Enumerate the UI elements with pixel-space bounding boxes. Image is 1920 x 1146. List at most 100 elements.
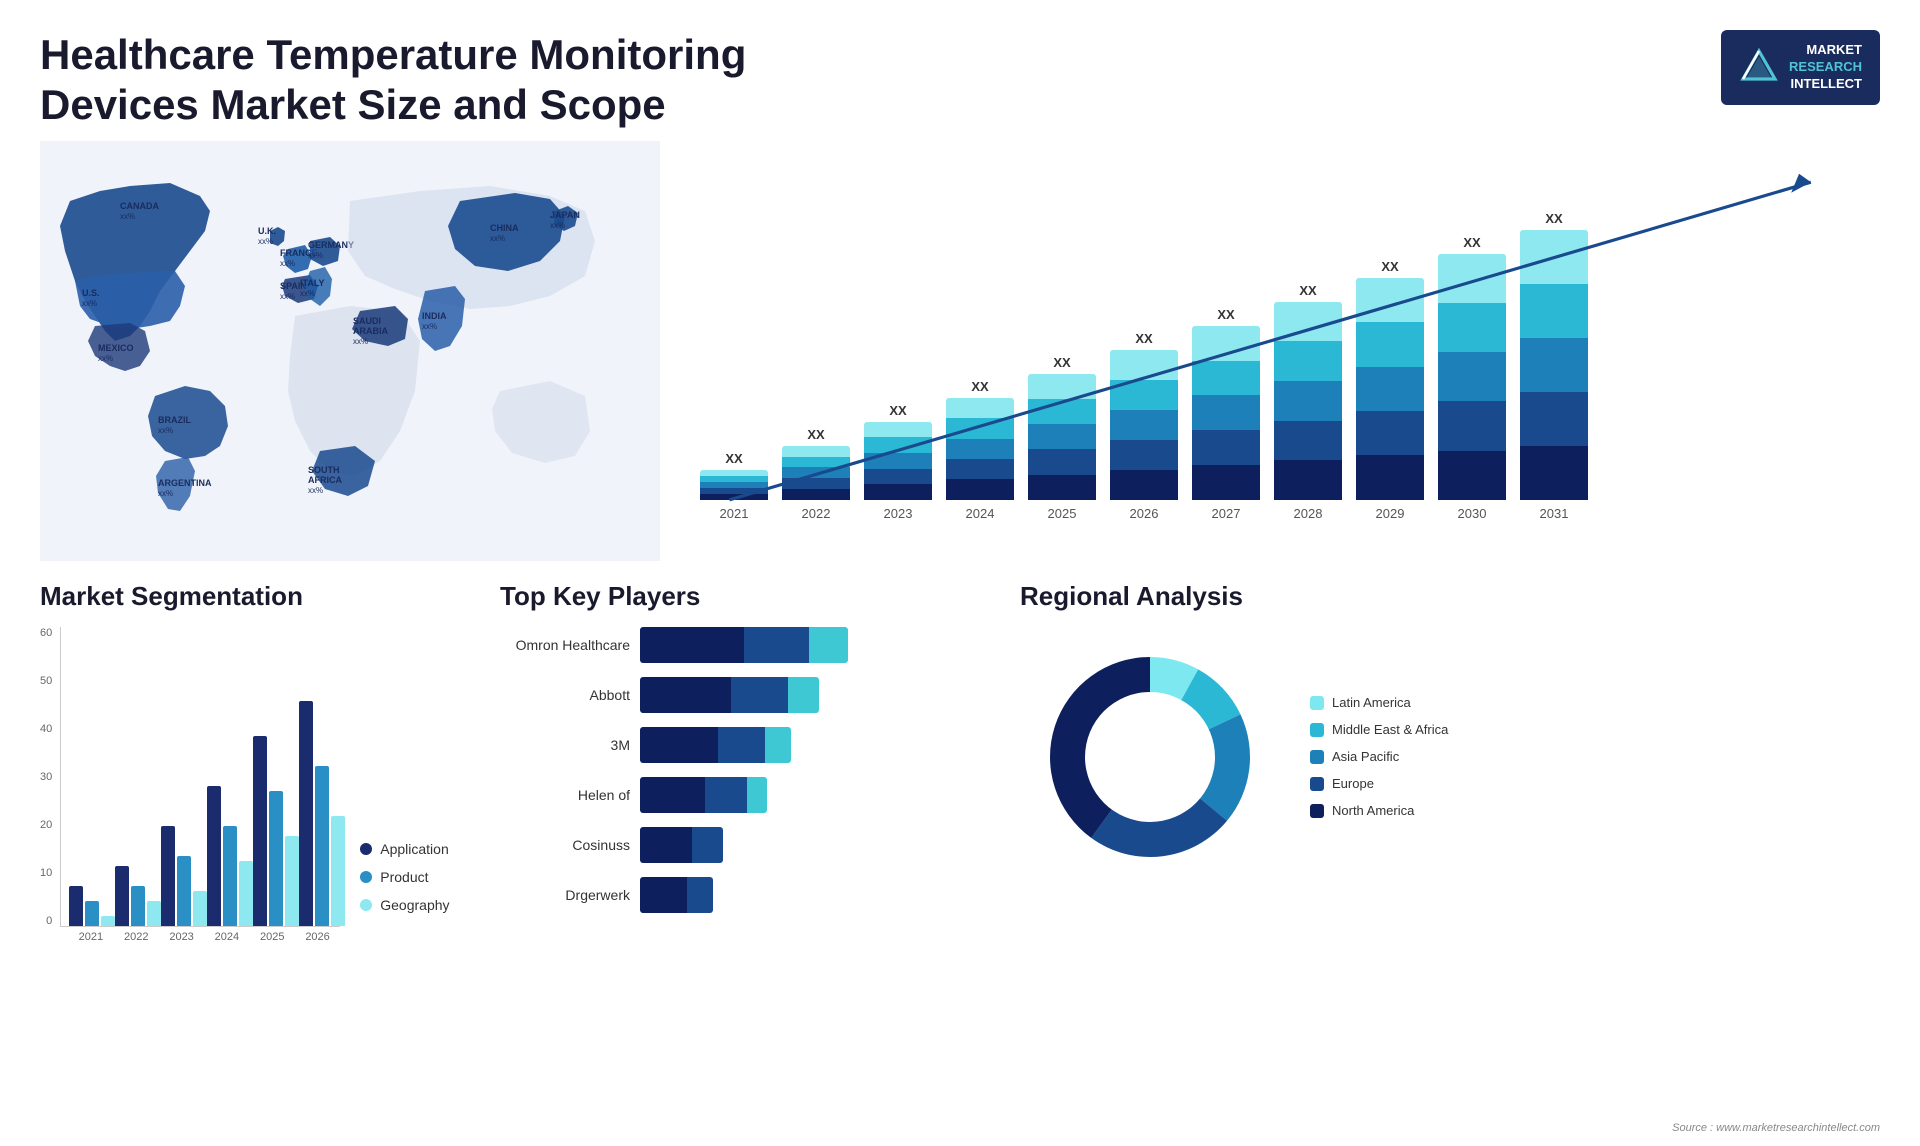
svg-text:xx%: xx% — [82, 299, 97, 308]
seg-bar-group — [253, 736, 299, 926]
player-bar-segment — [640, 627, 744, 663]
segmentation-title: Market Segmentation — [40, 581, 460, 612]
seg-y-label: 20 — [40, 819, 52, 831]
bar-x-label: 2029 — [1376, 506, 1405, 521]
player-bar-segment — [718, 727, 765, 763]
bar-segment — [1192, 395, 1260, 430]
world-map-svg: CANADA xx% U.S. xx% MEXICO xx% BRAZIL xx… — [40, 141, 660, 561]
bar-x-label: 2031 — [1540, 506, 1569, 521]
bar-x-label: 2023 — [884, 506, 913, 521]
seg-chart-area: 6050403020100 202120222023202420252026 A… — [40, 627, 460, 943]
map-section: CANADA xx% U.S. xx% MEXICO xx% BRAZIL xx… — [40, 141, 660, 561]
seg-bar — [285, 836, 299, 926]
svg-text:xx%: xx% — [158, 489, 173, 498]
bar-value-label: XX — [1299, 283, 1316, 298]
player-bar-container — [640, 677, 980, 713]
seg-x-labels: 202120222023202420252026 — [60, 931, 340, 943]
bar-segment — [1192, 361, 1260, 396]
bar-group: XX2021 — [700, 451, 768, 521]
bar-segment — [1356, 367, 1424, 411]
seg-y-label: 30 — [40, 771, 52, 783]
regional-legend-label: Latin America — [1332, 695, 1411, 710]
seg-bar-group — [115, 866, 161, 926]
stacked-bar — [864, 422, 932, 500]
seg-bar — [299, 701, 313, 926]
bar-segment — [782, 467, 850, 478]
players-list: Omron HealthcareXXAbbottXX3MXXHelen ofXX… — [500, 627, 980, 913]
bar-segment — [1028, 399, 1096, 424]
header: Healthcare Temperature Monitoring Device… — [0, 0, 1920, 141]
legend-label: Geography — [380, 897, 449, 913]
bar-segment — [1192, 430, 1260, 465]
seg-bar — [269, 791, 283, 926]
bar-segment — [1438, 451, 1506, 500]
bar-group: XX2028 — [1274, 283, 1342, 521]
bar-group: XX 2023 — [864, 403, 932, 521]
svg-text:xx%: xx% — [280, 292, 295, 301]
bar-segment — [1438, 352, 1506, 401]
bar-segment — [1438, 401, 1506, 450]
bar-segment — [1274, 302, 1342, 342]
svg-text:xx%: xx% — [353, 337, 368, 346]
regional-legend-dot — [1310, 750, 1324, 764]
legend-item: Geography — [360, 897, 449, 913]
legend-item: Product — [360, 869, 449, 885]
seg-bar-group — [69, 886, 115, 926]
player-row: DrgerwerkXX — [500, 877, 980, 913]
bar-value-label: XX — [889, 403, 906, 418]
seg-bar — [315, 766, 329, 926]
regional-legend-label: Europe — [1332, 776, 1374, 791]
bar-segment — [1274, 421, 1342, 461]
bar-segment — [1356, 278, 1424, 322]
player-name: Omron Healthcare — [500, 637, 630, 653]
svg-text:CANADA: CANADA — [120, 201, 159, 211]
bar-group: XX2024 — [946, 379, 1014, 521]
bar-segment — [1192, 465, 1260, 500]
regional-legend-item: Middle East & Africa — [1310, 722, 1448, 737]
seg-y-label: 10 — [40, 867, 52, 879]
bar-segment — [782, 457, 850, 468]
svg-text:INDIA: INDIA — [422, 311, 447, 321]
player-bar-segment — [744, 627, 809, 663]
bar-segment — [1520, 392, 1588, 446]
regional-legend-item: North America — [1310, 803, 1448, 818]
svg-text:xx%: xx% — [300, 289, 315, 298]
bar-value-label: XX — [1545, 211, 1562, 226]
stacked-bar — [782, 446, 850, 500]
bar-segment — [1028, 374, 1096, 399]
svg-text:JAPAN: JAPAN — [550, 210, 580, 220]
bar-group: XX2022 — [782, 427, 850, 521]
stacked-bar — [700, 470, 768, 500]
seg-x-label: 2025 — [250, 931, 295, 943]
player-bar-container — [640, 877, 980, 913]
bar-value-label: XX — [1217, 307, 1234, 322]
seg-y-label: 50 — [40, 675, 52, 687]
player-bar — [640, 677, 819, 713]
bar-segment — [1110, 410, 1178, 440]
bar-segment — [782, 489, 850, 500]
seg-y-labels: 6050403020100 — [40, 627, 60, 927]
bar-value-label: XX — [1135, 331, 1152, 346]
player-bar — [640, 777, 767, 813]
svg-text:AFRICA: AFRICA — [308, 475, 342, 485]
player-bar-segment — [788, 677, 819, 713]
logo-text: MARKET RESEARCH INTELLECT — [1789, 42, 1862, 93]
bar-value-label: XX — [1053, 355, 1070, 370]
seg-bar — [69, 886, 83, 926]
seg-y-label: 60 — [40, 627, 52, 639]
bar-x-label: 2021 — [720, 506, 749, 521]
legend-dot — [360, 871, 372, 883]
seg-bar — [253, 736, 267, 926]
donut-area: Latin America Middle East & Africa Asia Pa… — [1020, 627, 1880, 887]
player-bar-container — [640, 727, 980, 763]
player-bar-container — [640, 777, 980, 813]
bar-segment — [1356, 411, 1424, 455]
bar-segment — [946, 479, 1014, 499]
bar-segment — [1520, 446, 1588, 500]
player-bar-segment — [692, 827, 723, 863]
svg-text:SAUDI: SAUDI — [353, 316, 381, 326]
player-name: 3M — [500, 737, 630, 753]
regional-legend-item: Asia Pacific — [1310, 749, 1448, 764]
source-text: Source : www.marketresearchintellect.com — [1672, 1122, 1880, 1134]
seg-bar — [177, 856, 191, 926]
